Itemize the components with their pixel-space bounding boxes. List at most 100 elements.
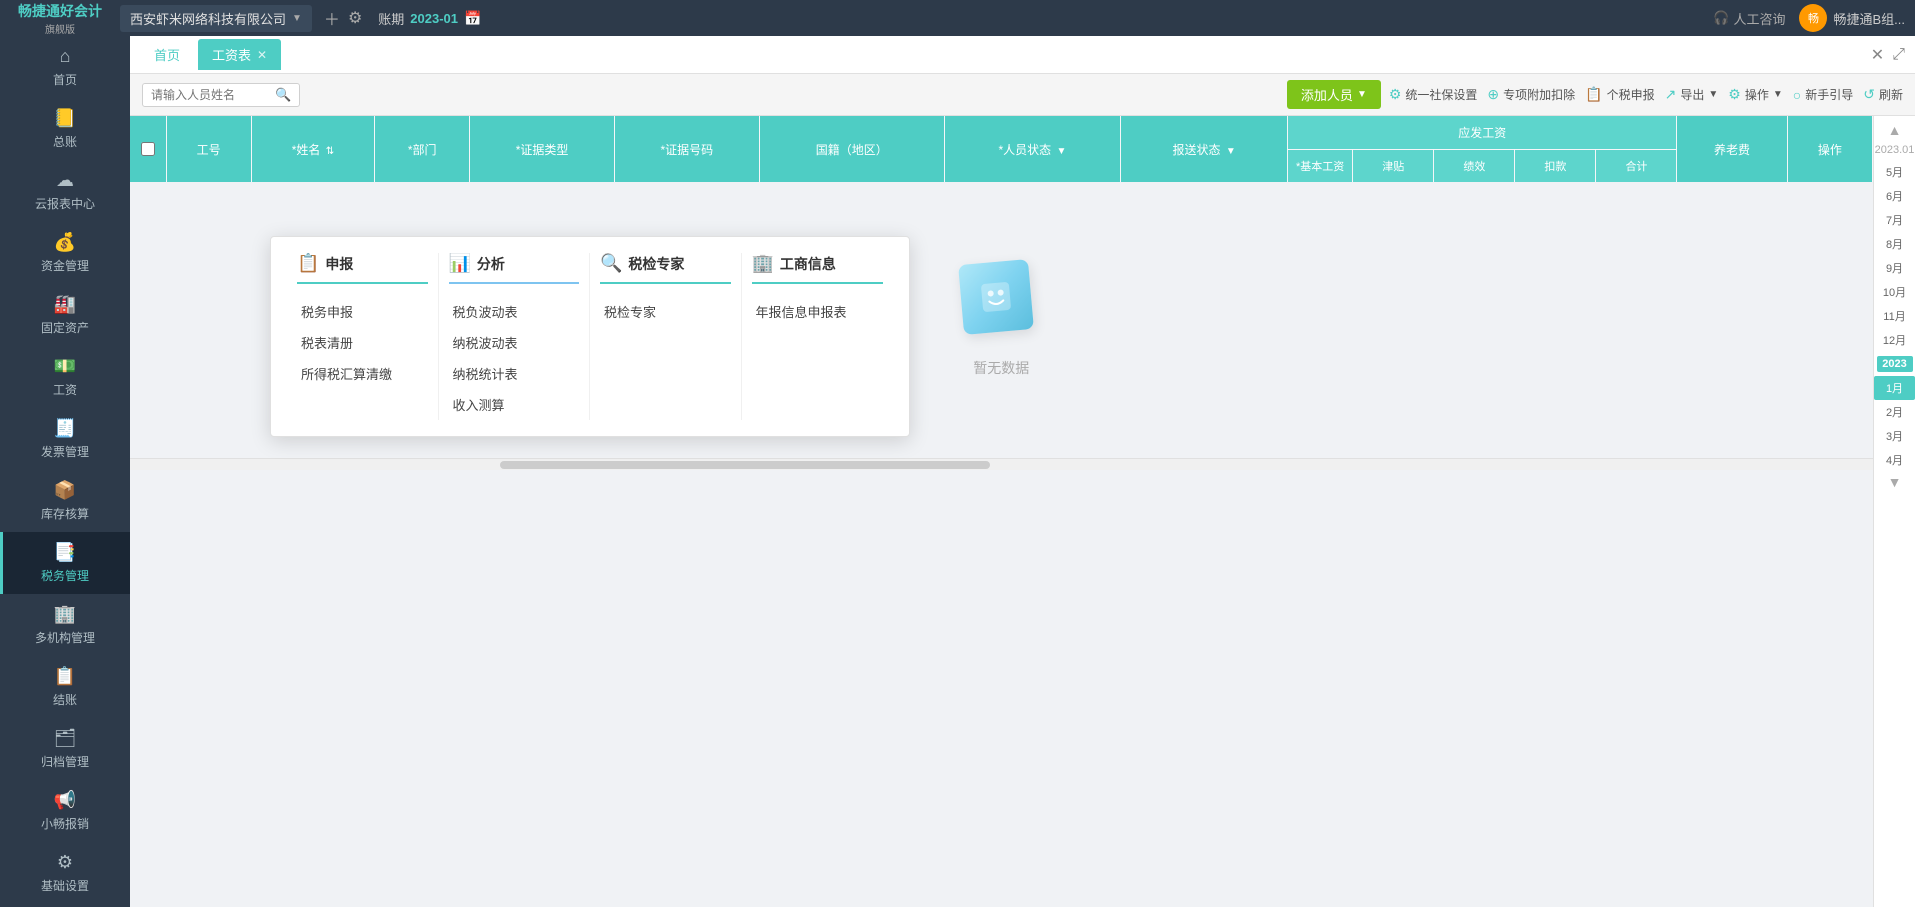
app-logo-sub: 旗舰版 bbox=[45, 21, 75, 36]
timeline-month-5-2022[interactable]: 5月 bbox=[1874, 160, 1915, 184]
timeline-month-9-2022[interactable]: 9月 bbox=[1874, 256, 1915, 280]
empty-icon bbox=[961, 262, 1041, 342]
sidebar-item-fixed-assets[interactable]: 🏭 固定资产 bbox=[0, 284, 130, 346]
timeline-month-8-2022[interactable]: 8月 bbox=[1874, 232, 1915, 256]
sidebar-item-home[interactable]: ⌂ 首页 bbox=[0, 36, 130, 98]
timeline-month-1-2023[interactable]: 1月 bbox=[1874, 376, 1915, 400]
add-company-btn[interactable]: ＋ bbox=[324, 6, 340, 30]
tab-bar: 首页 工资表 ✕ ✕ ⤢ bbox=[130, 36, 1915, 74]
tab-bar-right: ✕ ⤢ bbox=[1871, 45, 1905, 65]
toolbar: 🔍 添加人员 ▼ ⚙ 统一社保设置 ⊕ 专项附加扣除 📋 个税申报 bbox=[130, 74, 1915, 116]
add-employee-btn[interactable]: 添加人员 ▼ bbox=[1287, 80, 1381, 109]
timeline-down-btn[interactable]: ▼ bbox=[1886, 472, 1904, 492]
salary-icon: 💵 bbox=[54, 356, 76, 377]
sidebar-label-home: 首页 bbox=[53, 71, 77, 88]
timeline-month-2-2023[interactable]: 2月 bbox=[1874, 400, 1915, 424]
popup-item-income-forecast[interactable]: 收入测算 bbox=[449, 389, 580, 420]
add-employee-label: 添加人员 bbox=[1301, 85, 1353, 104]
timeline-month-4-2023[interactable]: 4月 bbox=[1874, 448, 1915, 472]
period-info: 账期 2023-01 📅 bbox=[378, 9, 481, 28]
sidebar-item-general-ledger[interactable]: 📒 总账 bbox=[0, 98, 130, 160]
empty-text: 暂无数据 bbox=[973, 358, 1029, 378]
th-id-type: *证据类型 bbox=[470, 116, 615, 182]
timeline-month-3-2023[interactable]: 3月 bbox=[1874, 424, 1915, 448]
popup-grid: 📋 申报 税务申报 税表清册 所得税汇算清缴 📊 分析 bbox=[287, 253, 893, 420]
tax-return-btn[interactable]: 📋 个税申报 bbox=[1585, 86, 1654, 103]
tab-salary[interactable]: 工资表 ✕ bbox=[198, 39, 281, 70]
popup-col-header-analysis: 📊 分析 bbox=[449, 253, 580, 284]
table-container: 工号 *姓名 ⇅ *部门 *证据类型 *证据号码 国籍（地区） *人员状态 ▼ … bbox=[130, 116, 1873, 907]
guide-toolbar-icon: ○ bbox=[1793, 87, 1801, 103]
th-operation: 操作 bbox=[1787, 116, 1872, 182]
refresh-icon: ↺ bbox=[1863, 86, 1875, 103]
tab-close-btn[interactable]: ✕ bbox=[257, 48, 267, 62]
refresh-btn[interactable]: ↺ 刷新 bbox=[1863, 86, 1903, 103]
add-dropdown-arrow: ▼ bbox=[1357, 89, 1367, 100]
export-btn[interactable]: ↗ 导出 ▼ bbox=[1665, 86, 1719, 103]
sidebar-item-basic-settings[interactable]: ⚙ 基础设置 bbox=[0, 842, 130, 904]
ledger-icon: 📒 bbox=[54, 108, 76, 129]
timeline-month-10-2022[interactable]: 10月 bbox=[1874, 280, 1915, 304]
export-label: 导出 bbox=[1680, 86, 1704, 103]
th-base-salary: *基本工资 bbox=[1288, 150, 1353, 183]
app-logo: 畅捷通好会计 旗舰版 bbox=[10, 1, 110, 36]
sidebar-item-mini-sales[interactable]: 📢 小畅报销 bbox=[0, 780, 130, 842]
popup-item-annual-report[interactable]: 年报信息申报表 bbox=[752, 296, 884, 327]
table-section: 工号 *姓名 ⇅ *部门 *证据类型 *证据号码 国籍（地区） *人员状态 ▼ … bbox=[130, 116, 1915, 907]
operations-label: 操作 bbox=[1745, 86, 1769, 103]
timeline-month-6-2022[interactable]: 6月 bbox=[1874, 184, 1915, 208]
popup-item-tax-expert[interactable]: 税检专家 bbox=[600, 296, 731, 327]
social-security-btn[interactable]: ⚙ 统一社保设置 bbox=[1389, 86, 1478, 103]
sidebar-label-invoice: 发票管理 bbox=[41, 443, 89, 460]
special-deduction-btn[interactable]: ⊕ 专项附加扣除 bbox=[1487, 86, 1575, 103]
popup-item-tax-stats[interactable]: 纳税统计表 bbox=[449, 358, 580, 389]
timeline-month-11-2022[interactable]: 11月 bbox=[1874, 304, 1915, 328]
archive-icon: 🗂 bbox=[54, 728, 77, 749]
period-label: 账期 bbox=[378, 9, 404, 28]
sidebar-item-inventory[interactable]: 📦 库存核算 bbox=[0, 470, 130, 532]
settings-sidebar-icon: ⚙ bbox=[57, 852, 73, 873]
popup-item-income-tax-calc[interactable]: 所得税汇算清缴 bbox=[297, 358, 428, 389]
th-id-number: *证据号码 bbox=[614, 116, 759, 182]
new-guide-toolbar-btn[interactable]: ○ 新手引导 bbox=[1793, 86, 1853, 103]
tab-close-window-btn[interactable]: ✕ bbox=[1871, 45, 1884, 65]
sidebar-label-assets: 固定资产 bbox=[41, 319, 89, 336]
tab-expand-btn[interactable]: ⤢ bbox=[1892, 46, 1905, 64]
table-scrollbar[interactable] bbox=[130, 458, 1873, 470]
sidebar-item-cloud-reports[interactable]: ☁ 云报表中心 bbox=[0, 160, 130, 222]
sidebar-item-settlement[interactable]: 📋 结账 bbox=[0, 656, 130, 718]
settings-btn[interactable]: ⚙ bbox=[348, 8, 362, 28]
sidebar-item-invoice[interactable]: 🧾 发票管理 bbox=[0, 408, 130, 470]
timeline-month-12-2022[interactable]: 12月 bbox=[1874, 328, 1915, 352]
popup-col-tax-expert: 🔍 税检专家 税检专家 bbox=[590, 253, 742, 420]
tab-home[interactable]: 首页 bbox=[140, 39, 194, 70]
popup-item-tax-burden[interactable]: 税负波动表 bbox=[449, 296, 580, 327]
search-input[interactable] bbox=[151, 88, 271, 102]
user-profile[interactable]: 畅 畅捷通B组... bbox=[1799, 4, 1905, 32]
sidebar-label-multi-org: 多机构管理 bbox=[35, 629, 95, 646]
company-selector[interactable]: 西安虾米网络科技有限公司 ▼ bbox=[120, 5, 312, 32]
timeline-year-2023: 2023 bbox=[1877, 356, 1913, 372]
support-btn[interactable]: 🎧 人工咨询 bbox=[1713, 9, 1785, 28]
calendar-icon[interactable]: 📅 bbox=[464, 10, 481, 27]
cloud-icon: ☁ bbox=[56, 170, 74, 191]
popup-item-tax-declaration[interactable]: 税务申报 bbox=[297, 296, 428, 327]
select-all-checkbox[interactable] bbox=[141, 142, 155, 156]
refresh-label: 刷新 bbox=[1879, 86, 1903, 103]
sidebar-item-multi-org[interactable]: 🏢 多机构管理 bbox=[0, 594, 130, 656]
popup-item-tax-form-list[interactable]: 税表清册 bbox=[297, 327, 428, 358]
timeline-month-7-2022[interactable]: 7月 bbox=[1874, 208, 1915, 232]
operations-btn[interactable]: ⚙ 操作 ▼ bbox=[1728, 86, 1782, 103]
popup-item-tax-movement[interactable]: 纳税波动表 bbox=[449, 327, 580, 358]
th-nationality: 国籍（地区） bbox=[759, 116, 944, 182]
period-value: 2023-01 bbox=[410, 11, 458, 26]
operations-arrow: ▼ bbox=[1773, 89, 1783, 100]
sidebar-item-fund-mgmt[interactable]: 💰 资金管理 bbox=[0, 222, 130, 284]
sidebar-item-salary[interactable]: 💵 工资 bbox=[0, 346, 130, 408]
search-icon[interactable]: 🔍 bbox=[275, 87, 291, 103]
sidebar-item-archive[interactable]: 🗂 归档管理 bbox=[0, 718, 130, 780]
sidebar-item-tax[interactable]: 📑 税务管理 bbox=[0, 532, 130, 594]
biz-info-title: 工商信息 bbox=[780, 254, 836, 274]
timeline-up-btn[interactable]: ▲ bbox=[1886, 120, 1904, 140]
popup-col-header-tax-expert: 🔍 税检专家 bbox=[600, 253, 731, 284]
